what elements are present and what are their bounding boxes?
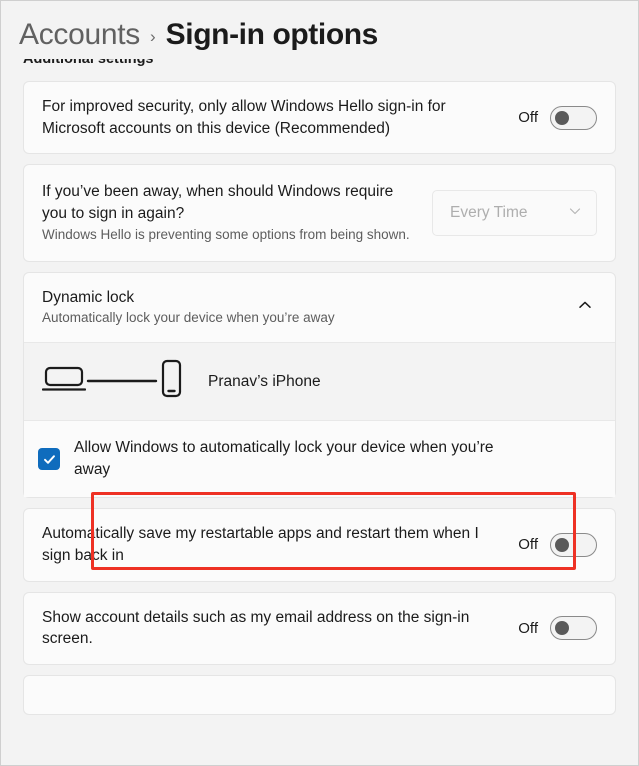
row-require-signin: If you’ve been away, when should Windows… [24, 165, 615, 260]
dropdown-require-signin[interactable]: Every Time [432, 190, 597, 236]
phone-icon [158, 359, 184, 404]
row-dynamic-lock-header[interactable]: Dynamic lock Automatically lock your dev… [24, 273, 615, 343]
row-account-details: Show account details such as my email ad… [24, 593, 615, 664]
setting-subtitle: Windows Hello is preventing some options… [42, 226, 410, 242]
settings-scroll-area[interactable]: For improved security, only allow Window… [1, 81, 638, 765]
card-partial-next [23, 674, 616, 715]
section-heading-label: Additional settings [23, 59, 154, 67]
card-dynamic-lock: Dynamic lock Automatically lock your dev… [23, 271, 616, 499]
card-windows-hello-only: For improved security, only allow Window… [23, 81, 616, 155]
page-title: Sign-in options [165, 18, 379, 51]
row-paired-device: Pranav’s iPhone [24, 342, 615, 422]
breadcrumb: Accounts › Sign-in options [19, 18, 378, 52]
row-text: Automatically save my restartable apps a… [42, 523, 518, 566]
setting-title: For improved security, only allow Window… [42, 98, 446, 137]
toggle-account-details[interactable] [550, 616, 597, 641]
toggle-knob [555, 537, 569, 552]
row-text: If you’ve been away, when should Windows… [42, 181, 432, 244]
setting-title: Automatically save my restartable apps a… [42, 525, 479, 564]
connection-line-icon [86, 373, 158, 391]
row-restartable-apps: Automatically save my restartable apps a… [24, 509, 615, 580]
card-require-signin: If you’ve been away, when should Windows… [23, 164, 616, 262]
toggle-windows-hello-only-wrap: Off [518, 105, 597, 130]
setting-subtitle: Automatically lock your device when you’… [42, 310, 335, 326]
chevron-right-icon: › [150, 27, 156, 46]
dropdown-selected-value: Every Time [450, 204, 528, 221]
toggle-restartable-apps[interactable] [550, 532, 597, 557]
setting-title: Dynamic lock [42, 288, 135, 306]
setting-title: Show account details such as my email ad… [42, 608, 470, 648]
toggle-state-label: Off [518, 619, 538, 637]
paired-device-name: Pranav’s iPhone [208, 372, 321, 390]
toggle-knob [555, 621, 569, 636]
checkbox-label: Allow Windows to automatically lock your… [74, 439, 494, 479]
toggle-windows-hello-only[interactable] [550, 105, 597, 130]
toggle-state-label: Off [518, 536, 538, 554]
breadcrumb-accounts-link[interactable]: Accounts [19, 18, 140, 52]
toggle-state-label: Off [518, 109, 538, 127]
toggle-account-details-wrap: Off [518, 616, 597, 641]
card-account-details: Show account details such as my email ad… [23, 591, 616, 665]
laptop-icon [41, 364, 87, 399]
row-windows-hello-only: For improved security, only allow Window… [24, 82, 615, 153]
row-text: Show account details such as my email ad… [42, 607, 518, 650]
chevron-up-icon[interactable] [577, 297, 597, 318]
row-text: For improved security, only allow Window… [42, 96, 518, 139]
section-heading-additional-settings: Additional settings [23, 59, 423, 75]
toggle-knob [555, 110, 569, 125]
checkbox-allow-auto-lock[interactable] [38, 448, 60, 471]
row-text: Dynamic lock Automatically lock your dev… [42, 287, 577, 329]
setting-title: If you’ve been away, when should Windows… [42, 183, 394, 223]
card-restartable-apps: Automatically save my restartable apps a… [23, 508, 616, 582]
toggle-restartable-apps-wrap: Off [518, 532, 597, 557]
row-allow-auto-lock[interactable]: Allow Windows to automatically lock your… [24, 421, 615, 498]
chevron-down-icon [568, 204, 582, 223]
device-pair-icons [41, 359, 184, 404]
